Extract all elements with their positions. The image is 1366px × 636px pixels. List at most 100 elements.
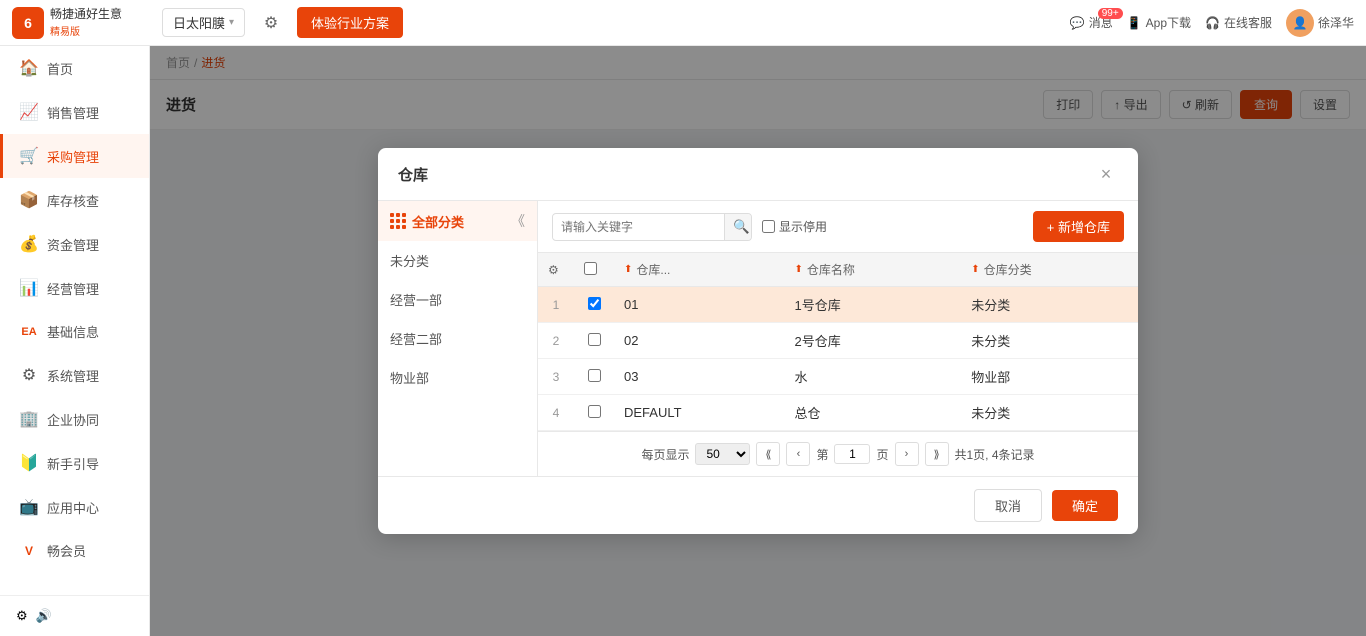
last-page-button[interactable]: ⟫	[925, 442, 949, 466]
pagination: 每页显示 50 100 200 ⟪ ‹ 第 页 ›	[538, 431, 1138, 476]
app-download-action[interactable]: 📱 App下载	[1127, 14, 1191, 31]
show-disabled-checkbox[interactable]	[762, 220, 775, 233]
row-checkbox[interactable]	[574, 287, 614, 323]
sidebar-item-operations[interactable]: 📊 经营管理	[0, 266, 149, 310]
operations-icon: 📊	[19, 278, 39, 298]
category-header[interactable]: 全部分类 《	[378, 201, 537, 241]
row-checkbox[interactable]	[574, 359, 614, 395]
row-checkbox[interactable]	[574, 395, 614, 431]
sidebar-item-guide[interactable]: 🔰 新手引导	[0, 441, 149, 485]
table-row[interactable]: 3 03 水 物业部	[538, 359, 1138, 395]
home-icon: 🏠	[19, 58, 39, 78]
top-header: 6 畅捷通好生意 精易版 日太阳膜 ▾ ⚙ 体验行业方案 💬 消息 99+ 📱 …	[0, 0, 1366, 46]
search-button[interactable]: 🔍	[724, 214, 752, 240]
show-disabled-label: 显示停用	[762, 218, 827, 235]
avatar: 👤	[1286, 9, 1314, 37]
category-item-ops1[interactable]: 经营一部	[378, 280, 537, 319]
row-name: 水	[784, 359, 961, 395]
th-checkbox	[574, 253, 614, 287]
sidebar-item-sales[interactable]: 📈 销售管理	[0, 90, 149, 134]
grid-icon	[390, 213, 406, 229]
category-item-uncategorized[interactable]: 未分类	[378, 241, 537, 280]
user-action[interactable]: 👤 徐泽华	[1286, 9, 1354, 37]
row-select-checkbox[interactable]	[588, 405, 601, 418]
sidebar-bottom[interactable]: ⚙ 🔊	[0, 595, 149, 636]
th-code: ⬆ 仓库...	[614, 253, 784, 287]
page-label: 第	[816, 446, 828, 463]
row-name: 1号仓库	[784, 287, 961, 323]
sort-icon: ⬆	[624, 264, 632, 275]
row-index: 3	[538, 359, 574, 395]
row-checkbox[interactable]	[574, 323, 614, 359]
header-right: 💬 消息 99+ 📱 App下载 🎧 在线客服 👤 徐泽华	[1070, 9, 1354, 37]
confirm-button[interactable]: 确定	[1052, 490, 1118, 521]
first-page-button[interactable]: ⟪	[756, 442, 780, 466]
layout: 🏠 首页 📈 销售管理 🛒 采购管理 📦 库存核查 💰 资金管理 📊 经营管理 …	[0, 46, 1366, 636]
warehouse-modal: 仓库 ×	[378, 148, 1138, 534]
next-page-button[interactable]: ›	[895, 442, 919, 466]
category-item-ops2[interactable]: 经营二部	[378, 319, 537, 358]
all-categories-label: 全部分类	[390, 212, 464, 231]
sidebar-label-system: 系统管理	[47, 366, 99, 385]
sidebar-label-inventory: 库存核查	[47, 191, 99, 210]
modal-body: 全部分类 《 未分类 经营一部 经营二部 物业部	[378, 201, 1138, 476]
table-row[interactable]: 4 DEFAULT 总仓 未分类	[538, 395, 1138, 431]
add-warehouse-button[interactable]: + 新增仓库	[1033, 211, 1124, 242]
sidebar-item-home[interactable]: 🏠 首页	[0, 46, 149, 90]
row-category: 未分类	[961, 395, 1138, 431]
modal-title: 仓库	[398, 164, 428, 185]
th-settings: ⚙	[538, 253, 574, 287]
notification-action[interactable]: 💬 消息 99+	[1070, 14, 1113, 31]
page-number-input[interactable]	[834, 444, 870, 464]
online-service-action[interactable]: 🎧 在线客服	[1205, 14, 1272, 31]
online-service-label: 在线客服	[1224, 14, 1272, 31]
headset-icon: 🎧	[1205, 16, 1220, 30]
category-panel: 全部分类 《 未分类 经营一部 经营二部 物业部	[378, 201, 538, 476]
row-category: 未分类	[961, 287, 1138, 323]
prev-page-button[interactable]: ‹	[786, 442, 810, 466]
row-select-checkbox[interactable]	[588, 333, 601, 346]
purchase-icon: 🛒	[19, 146, 39, 166]
category-list: 未分类 经营一部 经营二部 物业部	[378, 241, 537, 476]
row-select-checkbox[interactable]	[588, 369, 601, 382]
th-category: ⬆ 仓库分类	[961, 253, 1138, 287]
row-select-checkbox[interactable]	[588, 297, 601, 310]
per-page-select[interactable]: 50 100 200	[695, 443, 750, 465]
table-row[interactable]: 1 01 1号仓库 未分类	[538, 287, 1138, 323]
gear-button[interactable]: ⚙	[255, 7, 287, 39]
system-icon: ⚙	[19, 365, 39, 385]
row-name: 2号仓库	[784, 323, 961, 359]
app-icon: 📱	[1127, 16, 1142, 30]
sidebar-item-system[interactable]: ⚙ 系统管理	[0, 353, 149, 397]
sort-icon-cat: ⬆	[971, 264, 979, 275]
collapse-icon[interactable]: 《	[511, 211, 525, 231]
sidebar-item-apps[interactable]: 📺 应用中心	[0, 485, 149, 529]
sales-icon: 📈	[19, 102, 39, 122]
sidebar-item-enterprise[interactable]: 🏢 企业协同	[0, 397, 149, 441]
per-page-label: 每页显示	[641, 446, 689, 463]
logo-text: 畅捷通好生意 精易版	[50, 7, 122, 38]
sidebar-item-finance[interactable]: 💰 资金管理	[0, 222, 149, 266]
row-index: 1	[538, 287, 574, 323]
search-input[interactable]	[553, 215, 724, 239]
sidebar-item-purchase[interactable]: 🛒 采购管理	[0, 134, 149, 178]
enterprise-icon: 🏢	[19, 409, 39, 429]
sidebar-item-member[interactable]: V 畅会员	[0, 529, 149, 572]
modal-close-button[interactable]: ×	[1094, 162, 1118, 186]
header-center: 日太阳膜 ▾ ⚙ 体验行业方案	[162, 7, 1070, 39]
modal-header: 仓库 ×	[378, 148, 1138, 201]
search-box: 🔍	[552, 213, 752, 241]
table-row[interactable]: 2 02 2号仓库 未分类	[538, 323, 1138, 359]
th-name: ⬆ 仓库名称	[784, 253, 961, 287]
sidebar-item-basics[interactable]: EA 基础信息	[0, 310, 149, 353]
table-panel: 🔍 显示停用 + 新增仓库	[538, 201, 1138, 476]
row-code: 02	[614, 323, 784, 359]
modal-footer: 取消 确定	[378, 476, 1138, 534]
sidebar-item-inventory[interactable]: 📦 库存核查	[0, 178, 149, 222]
total-text: 共1页, 4条记录	[955, 446, 1035, 463]
select-all-checkbox[interactable]	[584, 262, 597, 275]
store-selector[interactable]: 日太阳膜 ▾	[162, 8, 245, 37]
trial-button[interactable]: 体验行业方案	[297, 7, 403, 38]
cancel-button[interactable]: 取消	[974, 489, 1042, 522]
category-item-property[interactable]: 物业部	[378, 358, 537, 397]
